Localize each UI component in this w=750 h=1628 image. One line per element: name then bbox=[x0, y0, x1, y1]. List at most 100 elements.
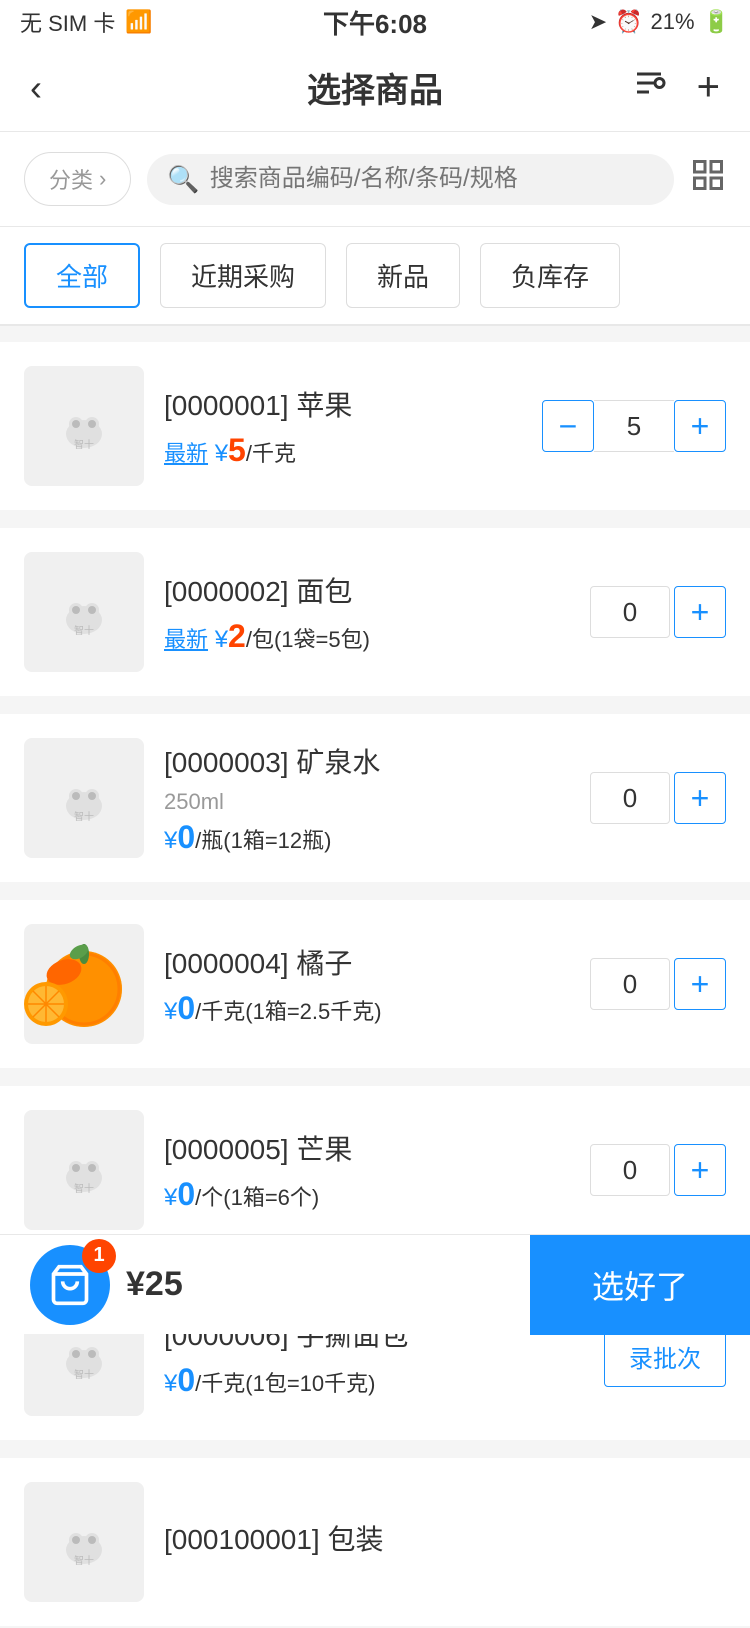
nav-bar: ‹ 选择商品 + bbox=[0, 44, 750, 132]
owl-logo-icon: 智十 bbox=[54, 768, 114, 828]
category-label: 分类 bbox=[49, 163, 93, 195]
price-symbol: ¥ bbox=[164, 1184, 177, 1211]
alarm-icon: ⏰ bbox=[615, 9, 642, 35]
cart-total: ¥25 bbox=[126, 1265, 183, 1304]
scan-icon[interactable] bbox=[690, 157, 726, 201]
category-button[interactable]: 分类 › bbox=[24, 152, 131, 206]
price-label: 最新 bbox=[164, 627, 208, 652]
product-spec: 250ml bbox=[164, 789, 570, 815]
svg-text:智十: 智十 bbox=[74, 1368, 94, 1381]
qty-control: + bbox=[590, 958, 726, 1010]
tab-all[interactable]: 全部 bbox=[24, 243, 140, 308]
owl-logo-icon: 智十 bbox=[54, 1326, 114, 1386]
product-thumbnail bbox=[24, 924, 144, 1044]
product-thumbnail: 智十 bbox=[24, 552, 144, 672]
price-value: 0 bbox=[177, 819, 195, 855]
svg-text:智十: 智十 bbox=[74, 1554, 94, 1567]
product-info: [0000004] 橘子 ¥0/千克(1箱=2.5千克) bbox=[164, 942, 570, 1027]
product-name: [0000002] 面包 bbox=[164, 570, 570, 610]
product-thumbnail: 智十 bbox=[24, 738, 144, 858]
qty-increase-button[interactable]: + bbox=[674, 958, 726, 1010]
product-name: [0000004] 橘子 bbox=[164, 942, 570, 982]
qty-input[interactable] bbox=[590, 958, 670, 1010]
chevron-right-icon: › bbox=[99, 166, 106, 192]
price-symbol: ¥ bbox=[215, 440, 228, 467]
svg-text:智十: 智十 bbox=[74, 1182, 94, 1195]
status-right: ➤ ⏰ 21% 🔋 bbox=[589, 9, 730, 35]
owl-logo-icon: 智十 bbox=[54, 396, 114, 456]
owl-logo-icon: 智十 bbox=[54, 582, 114, 642]
product-price: ¥0/千克(1箱=2.5千克) bbox=[164, 990, 570, 1027]
qty-control: + bbox=[590, 772, 726, 824]
product-list: 智十 [0000001] 苹果 最新 ¥5/千克 − + bbox=[0, 342, 750, 1626]
owl-logo-icon: 智十 bbox=[54, 1140, 114, 1200]
orange-image bbox=[24, 924, 144, 1044]
qty-input[interactable] bbox=[590, 1144, 670, 1196]
tab-new[interactable]: 新品 bbox=[346, 243, 460, 308]
qty-increase-button[interactable]: + bbox=[674, 400, 726, 452]
price-unit: /包(1袋=5包) bbox=[246, 627, 370, 652]
price-label: 最新 bbox=[164, 441, 208, 466]
nav-right-actions: + bbox=[631, 65, 720, 110]
price-value: 0 bbox=[177, 990, 195, 1026]
product-name: [000100001] 包装 bbox=[164, 1518, 726, 1558]
batch-button[interactable]: 录批次 bbox=[604, 1326, 726, 1387]
bottom-bar: 1 ¥25 选好了 bbox=[0, 1234, 750, 1334]
qty-input[interactable] bbox=[590, 772, 670, 824]
price-unit: /千克(1箱=2.5千克) bbox=[195, 999, 381, 1024]
qty-control: − + bbox=[542, 400, 726, 452]
svg-text:智十: 智十 bbox=[74, 810, 94, 823]
qty-input[interactable] bbox=[594, 400, 674, 452]
cart-icon-button[interactable]: 1 bbox=[30, 1245, 110, 1325]
qty-control: + bbox=[590, 586, 726, 638]
product-item: 智十 [0000003] 矿泉水 250ml ¥0/瓶(1箱=12瓶) + bbox=[0, 714, 750, 882]
product-item-partial: 智十 [000100001] 包装 bbox=[0, 1458, 750, 1626]
tab-negative[interactable]: 负库存 bbox=[480, 243, 620, 308]
search-row: 分类 › 🔍 bbox=[0, 132, 750, 227]
price-value: 2 bbox=[228, 618, 246, 654]
filter-tabs: 全部 近期采购 新品 负库存 bbox=[0, 227, 750, 326]
tab-recent[interactable]: 近期采购 bbox=[160, 243, 326, 308]
owl-logo-icon: 智十 bbox=[54, 1512, 114, 1572]
product-info: [0000001] 苹果 最新 ¥5/千克 bbox=[164, 384, 522, 469]
battery-label: 21% bbox=[651, 9, 695, 35]
search-input[interactable] bbox=[210, 165, 654, 193]
divider bbox=[0, 884, 750, 900]
divider bbox=[0, 326, 750, 342]
cart-badge: 1 bbox=[82, 1239, 116, 1273]
qty-increase-button[interactable]: + bbox=[674, 1144, 726, 1196]
product-item: [0000004] 橘子 ¥0/千克(1箱=2.5千克) + bbox=[0, 900, 750, 1068]
product-price: ¥0/个(1箱=6个) bbox=[164, 1176, 570, 1213]
product-name: [0000003] 矿泉水 bbox=[164, 741, 570, 781]
price-value: 0 bbox=[177, 1176, 195, 1212]
product-name: [0000005] 芒果 bbox=[164, 1128, 570, 1168]
divider bbox=[0, 698, 750, 714]
cart-section: 1 ¥25 bbox=[0, 1245, 530, 1325]
search-input-wrap: 🔍 bbox=[147, 154, 674, 205]
svg-text:智十: 智十 bbox=[74, 624, 94, 637]
product-item: 智十 [0000002] 面包 最新 ¥2/包(1袋=5包) + bbox=[0, 528, 750, 696]
qty-increase-button[interactable]: + bbox=[674, 772, 726, 824]
qty-increase-button[interactable]: + bbox=[674, 586, 726, 638]
product-item: 智十 [0000001] 苹果 最新 ¥5/千克 − + bbox=[0, 342, 750, 510]
add-button[interactable]: + bbox=[697, 65, 720, 110]
status-left: 无 SIM 卡 📶 bbox=[20, 6, 153, 38]
product-item: 智十 [0000005] 芒果 ¥0/个(1箱=6个) + bbox=[0, 1086, 750, 1254]
cart-icon bbox=[48, 1263, 92, 1307]
confirm-button[interactable]: 选好了 bbox=[530, 1235, 750, 1335]
product-thumbnail: 智十 bbox=[24, 1110, 144, 1230]
battery-icon: 🔋 bbox=[703, 9, 730, 35]
price-unit: /个(1箱=6个) bbox=[195, 1185, 319, 1210]
product-name: [0000001] 苹果 bbox=[164, 384, 522, 424]
back-button[interactable]: ‹ bbox=[30, 67, 90, 109]
location-icon: ➤ bbox=[589, 9, 607, 35]
product-thumbnail: 智十 bbox=[24, 366, 144, 486]
product-price: ¥0/千克(1包=10千克) bbox=[164, 1362, 584, 1399]
product-price: 最新 ¥2/包(1袋=5包) bbox=[164, 618, 570, 655]
search-icon: 🔍 bbox=[167, 164, 199, 195]
qty-decrease-button[interactable]: − bbox=[542, 400, 594, 452]
wifi-icon: 📶 bbox=[125, 9, 152, 35]
qty-input[interactable] bbox=[590, 586, 670, 638]
price-symbol: ¥ bbox=[164, 1370, 177, 1397]
filter-icon[interactable] bbox=[631, 65, 667, 110]
